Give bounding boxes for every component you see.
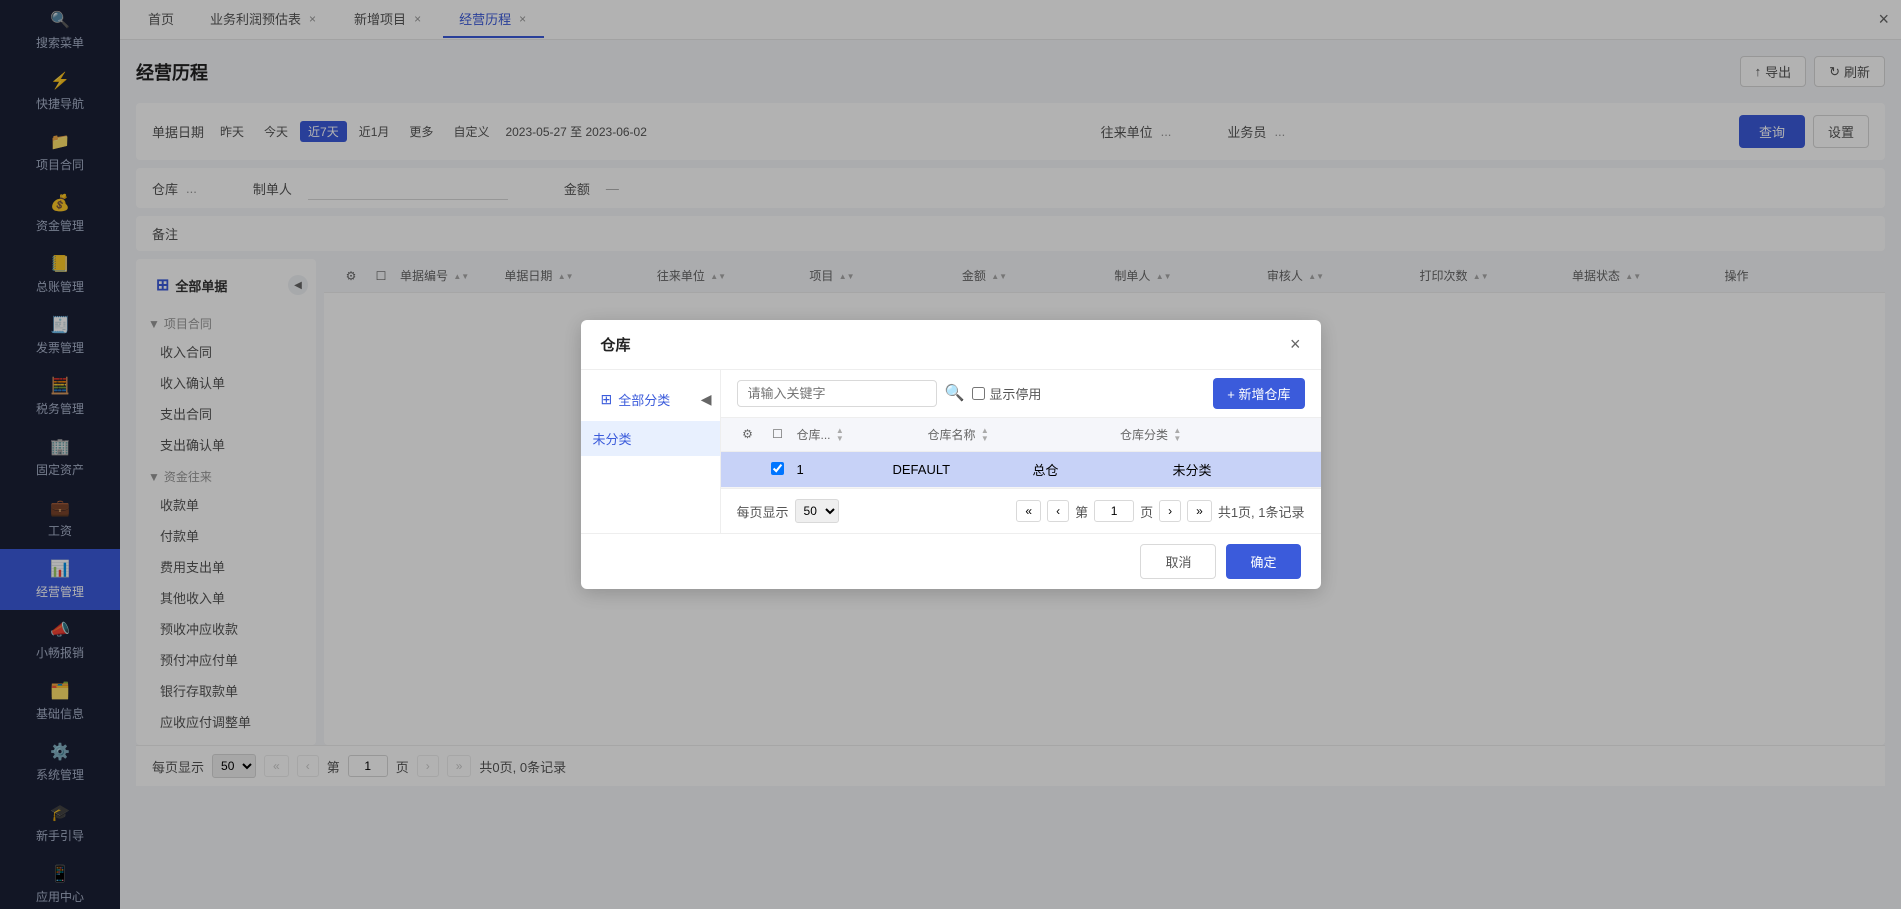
modal-table: ⚙ ☐ 仓库... ▲▼ 仓库名称 ▲▼ 仓库分类 ▲▼ [721,418,1321,489]
modal-prev-btn[interactable]: ‹ [1047,500,1069,522]
modal-cancel-btn[interactable]: 取消 [1140,544,1216,579]
modal-page-size: 每页显示 50 [737,499,839,523]
modal-left-panel: ⊞ 全部分类 ◀ 未分类 [581,370,721,534]
row-category: 未分类 [1169,460,1309,479]
warehouse-modal: 仓库 × ⊞ 全部分类 ◀ 未分类 [581,320,1321,590]
modal-toolbar: 🔍 显示停用 + 新增仓库 [721,370,1321,418]
row-checkbox[interactable] [763,462,793,478]
add-warehouse-btn[interactable]: + 新增仓库 [1213,378,1304,409]
modal-next-btn[interactable]: › [1159,500,1181,522]
modal-show-disabled-checkbox[interactable] [972,387,985,400]
modal-page-size-label: 每页显示 [737,502,789,521]
modal-close-btn[interactable]: × [1290,334,1301,355]
modal-left-collapse-btn[interactable]: ◀ [701,391,712,408]
modal-col-code: 仓库... ▲▼ [793,426,924,444]
modal-page-input[interactable] [1094,500,1134,522]
modal-right-panel: 🔍 显示停用 + 新增仓库 ⚙ ☐ [721,370,1321,534]
modal-search-btn[interactable]: 🔍 [945,383,965,403]
modal-table-header: ⚙ ☐ 仓库... ▲▼ 仓库名称 ▲▼ 仓库分类 ▲▼ [721,418,1321,453]
modal-col-name: 仓库名称 ▲▼ [924,426,1117,444]
table-row[interactable]: 1 DEFAULT 总仓 未分类 [721,452,1321,488]
modal-pagination: « ‹ 第 页 › » 共1页, 1条记录 [1016,500,1304,522]
row-code: DEFAULT [889,462,1029,477]
modal-last-btn[interactable]: » [1187,500,1212,522]
modal-first-btn[interactable]: « [1016,500,1041,522]
modal-search-input[interactable] [737,380,937,407]
modal-footer: 每页显示 50 « ‹ 第 页 › » 共1页, 1条记录 [721,488,1321,533]
modal-col-checkbox[interactable]: ☐ [763,427,793,441]
row-check-input[interactable] [771,462,784,475]
name-sort-arrows: ▲▼ [981,427,989,443]
modal-col-settings[interactable]: ⚙ [733,427,763,441]
row-name: 总仓 [1029,460,1169,479]
modal-header: 仓库 × [581,320,1321,370]
row-no: 1 [793,462,889,477]
modal-actions: 取消 确定 [581,533,1321,589]
modal-overlay: 仓库 × ⊞ 全部分类 ◀ 未分类 [0,0,1901,909]
modal-left-item-uncategorized[interactable]: 未分类 [581,421,720,456]
modal-show-disabled-label[interactable]: 显示停用 [972,384,1041,403]
modal-page-size-select[interactable]: 50 [795,499,839,523]
grid-icon-modal: ⊞ [601,391,613,408]
modal-page-label: 页 [1140,502,1153,521]
modal-search-area: 🔍 显示停用 [737,380,1042,407]
modal-body: ⊞ 全部分类 ◀ 未分类 🔍 显示停用 [581,370,1321,534]
category-sort-arrows: ▲▼ [1173,427,1181,443]
modal-page-label-pre: 第 [1075,502,1088,521]
code-sort-arrows: ▲▼ [836,427,844,443]
modal-left-all[interactable]: ⊞ 全部分类 [589,382,683,417]
modal-title: 仓库 [601,334,631,355]
modal-col-category: 仓库分类 ▲▼ [1116,426,1309,444]
modal-total-text: 共1页, 1条记录 [1218,502,1305,521]
modal-confirm-btn[interactable]: 确定 [1226,544,1300,579]
